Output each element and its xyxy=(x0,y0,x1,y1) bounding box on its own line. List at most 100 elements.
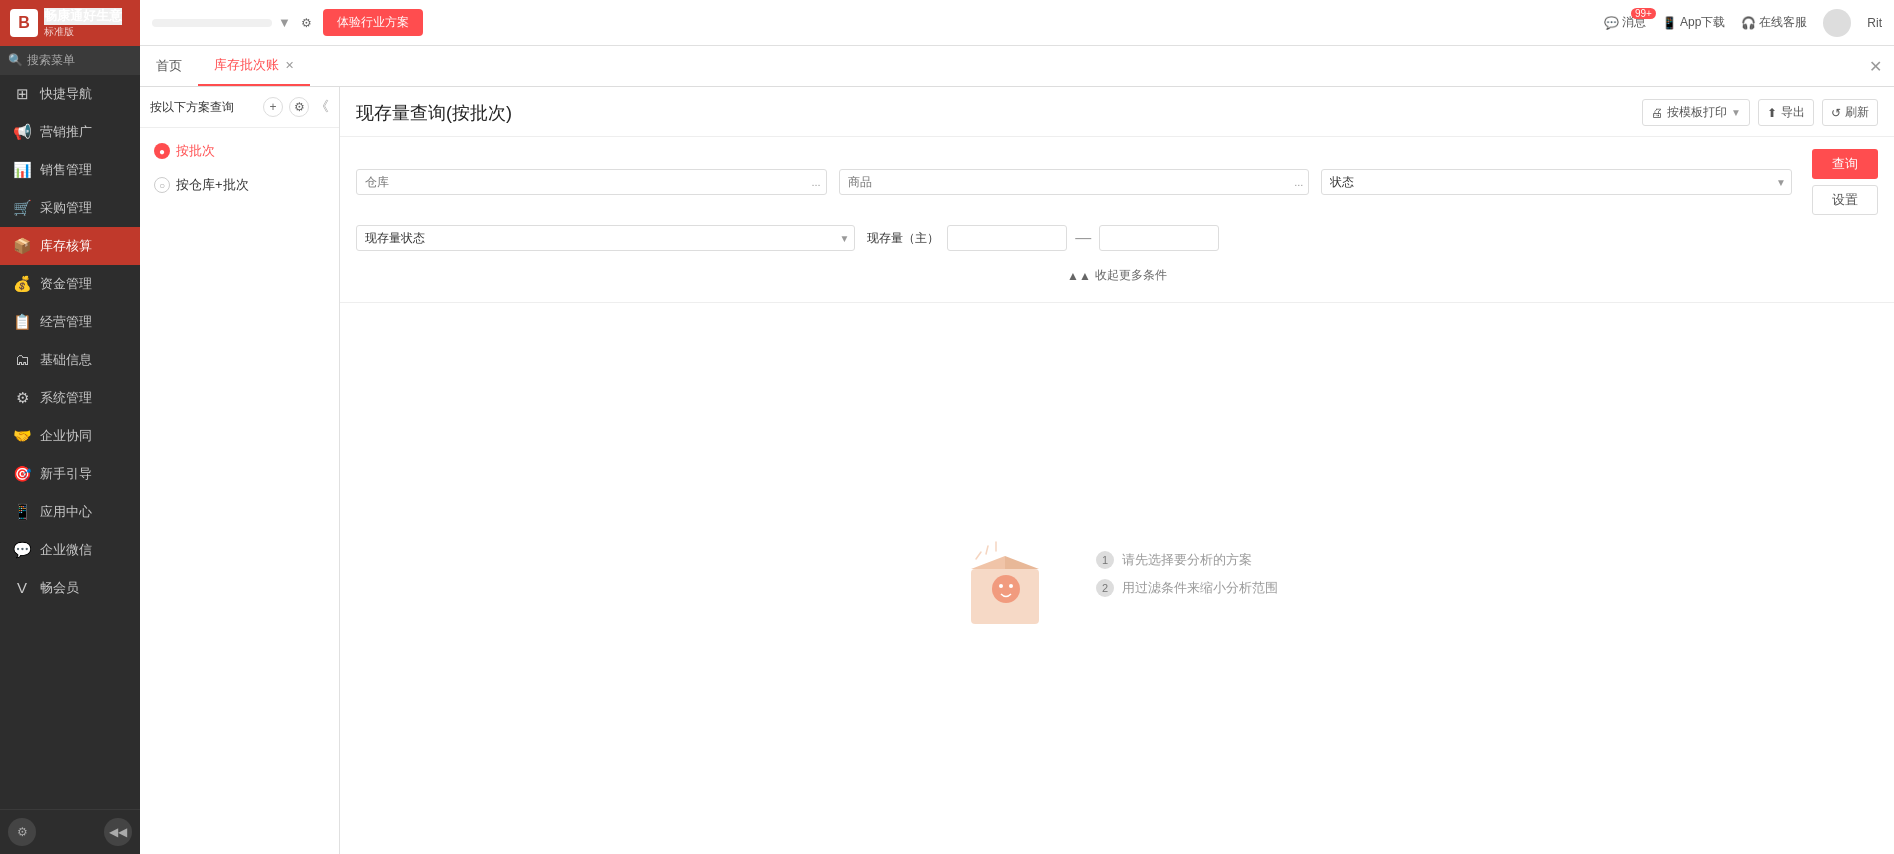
print-dropdown-icon[interactable]: ▼ xyxy=(1731,107,1741,118)
scheme-dot-active: ● xyxy=(154,143,170,159)
product-filter: ... xyxy=(839,169,1310,195)
tab-home[interactable]: 首页 xyxy=(140,47,198,85)
warehouse-input-wrap: ... xyxy=(356,169,827,195)
inventory-icon: 📦 xyxy=(12,237,32,255)
tab-close-btn[interactable]: ✕ xyxy=(285,59,294,72)
print-icon: 🖨 xyxy=(1651,106,1663,120)
product-input[interactable] xyxy=(839,169,1310,195)
app-download-btn[interactable]: 📱 App下载 xyxy=(1662,14,1725,31)
refresh-btn[interactable]: ↺ 刷新 xyxy=(1822,99,1878,126)
scheme-list: ● 按批次 ○ 按仓库+批次 xyxy=(140,128,339,208)
sidebar-item-label: 销售管理 xyxy=(40,161,92,179)
content-area: 按以下方案查询 + ⚙ 《 ● 按批次 ○ 按 xyxy=(140,87,1894,854)
sidebar-item-marketing[interactable]: 📢 营销推广 xyxy=(0,113,140,151)
status-filter: 状态 ▼ xyxy=(1321,169,1792,195)
product-dots[interactable]: ... xyxy=(1294,176,1303,188)
basic-icon: 🗂 xyxy=(12,351,32,368)
finance-icon: 💰 xyxy=(12,275,32,293)
sidebar-item-quick-nav[interactable]: ⊞ 快捷导航 xyxy=(0,75,140,113)
sidebar-item-label: 畅会员 xyxy=(40,579,79,597)
svg-point-4 xyxy=(999,584,1003,588)
print-btn[interactable]: 🖨 按模板打印 ▼ xyxy=(1642,99,1750,126)
warehouse-filter: ... xyxy=(356,169,827,195)
sidebar-footer: ⚙ ◀◀ xyxy=(0,809,140,854)
sidebar-item-operation[interactable]: 📋 经营管理 xyxy=(0,303,140,341)
inventory-amount-max[interactable] xyxy=(1099,225,1219,251)
right-panel: 现存量查询(按批次) 🖨 按模板打印 ▼ ⬆ 导出 ↺ 刷新 xyxy=(340,87,1894,854)
sidebar-item-enterprise[interactable]: 🤝 企业协同 xyxy=(0,417,140,455)
inventory-status-select[interactable]: 现存量状态 xyxy=(356,225,855,251)
tip-text-1: 请先选择要分析的方案 xyxy=(1122,551,1252,569)
refresh-icon: ↺ xyxy=(1831,106,1841,120)
product-input-wrap: ... xyxy=(839,169,1310,195)
sidebar-item-finance[interactable]: 💰 资金管理 xyxy=(0,265,140,303)
filter-row-2: 现存量状态 ▼ 现存量（主） — xyxy=(356,225,1878,251)
svg-point-5 xyxy=(1009,584,1013,588)
sidebar-menu: ⊞ 快捷导航 📢 营销推广 📊 销售管理 🛒 采购管理 📦 库存核算 💰 资金管… xyxy=(0,75,140,809)
collapse-up-icon: ▲▲ xyxy=(1067,269,1091,283)
export-btn[interactable]: ⬆ 导出 xyxy=(1758,99,1814,126)
sidebar-item-label: 应用中心 xyxy=(40,503,92,521)
sidebar-item-label: 经营管理 xyxy=(40,313,92,331)
sidebar-item-system[interactable]: ⚙ 系统管理 xyxy=(0,379,140,417)
warehouse-input[interactable] xyxy=(356,169,827,195)
sidebar-item-label: 库存核算 xyxy=(40,237,92,255)
tip-num-2: 2 xyxy=(1096,579,1114,597)
close-all-tabs-btn[interactable]: ✕ xyxy=(1857,57,1894,76)
inventory-amount-min[interactable] xyxy=(947,225,1067,251)
tabbar: 首页 库存批次账 ✕ ✕ xyxy=(140,46,1894,87)
add-scheme-btn[interactable]: + xyxy=(263,97,283,117)
scheme-item-by-warehouse-batch[interactable]: ○ 按仓库+批次 xyxy=(140,168,339,202)
left-panel-header: 按以下方案查询 + ⚙ 《 xyxy=(140,87,339,128)
sidebar-item-purchase[interactable]: 🛒 采购管理 xyxy=(0,189,140,227)
sidebar-item-label: 新手引导 xyxy=(40,465,92,483)
topbar-dropdown-icon[interactable]: ▼ xyxy=(278,15,291,30)
topbar-settings-btn[interactable]: ⚙ xyxy=(297,13,317,33)
filter-area: ... ... 状态 ▼ xyxy=(340,137,1894,303)
scheme-settings-btn[interactable]: ⚙ xyxy=(289,97,309,117)
warehouse-dots[interactable]: ... xyxy=(812,176,821,188)
settings-btn[interactable]: 设置 xyxy=(1812,185,1878,215)
left-panel: 按以下方案查询 + ⚙ 《 ● 按批次 ○ 按 xyxy=(140,87,340,854)
query-btn[interactable]: 查询 xyxy=(1812,149,1878,179)
empty-state: 1 请先选择要分析的方案 2 用过滤条件来缩小分析范围 xyxy=(956,524,1278,634)
headset-icon: 🎧 xyxy=(1741,16,1756,30)
collapse-more-btn[interactable]: ▲▲ 收起更多条件 xyxy=(356,261,1878,290)
collapse-left-panel-btn[interactable]: 《 xyxy=(315,98,329,116)
wechat-icon: 💬 xyxy=(12,541,32,559)
tab-inventory-batch[interactable]: 库存批次账 ✕ xyxy=(198,46,310,86)
search-icon: 🔍 xyxy=(8,53,23,67)
left-panel-title: 按以下方案查询 xyxy=(150,99,234,116)
svg-line-6 xyxy=(976,552,981,559)
user-name: Rit xyxy=(1867,16,1882,30)
topbar-search-box xyxy=(152,19,272,27)
messages-btn[interactable]: 💬 消息 99+ xyxy=(1604,14,1646,31)
status-select[interactable]: 状态 xyxy=(1321,169,1792,195)
page-header: 现存量查询(按批次) 🖨 按模板打印 ▼ ⬆ 导出 ↺ 刷新 xyxy=(340,87,1894,137)
sidebar-item-member[interactable]: V 畅会员 xyxy=(0,569,140,607)
sidebar-logo: B xyxy=(10,9,38,37)
settings-footer-btn[interactable]: ⚙ xyxy=(8,818,36,846)
experience-btn[interactable]: 体验行业方案 xyxy=(323,9,423,36)
scheme-item-by-batch[interactable]: ● 按批次 xyxy=(140,134,339,168)
system-icon: ⚙ xyxy=(12,389,32,407)
sidebar-item-inventory[interactable]: 📦 库存核算 xyxy=(0,227,140,265)
sidebar-item-apps[interactable]: 📱 应用中心 xyxy=(0,493,140,531)
sidebar-item-sales[interactable]: 📊 销售管理 xyxy=(0,151,140,189)
sidebar-item-wechat[interactable]: 💬 企业微信 xyxy=(0,531,140,569)
tab-inventory-batch-label: 库存批次账 xyxy=(214,56,279,74)
user-avatar[interactable] xyxy=(1823,9,1851,37)
sidebar-item-newbie[interactable]: 🎯 新手引导 xyxy=(0,455,140,493)
filter-action-buttons: 查询 设置 xyxy=(1812,149,1878,215)
sidebar-search[interactable]: 🔍 搜索菜单 xyxy=(0,46,140,75)
export-icon: ⬆ xyxy=(1767,106,1777,120)
tip-text-2: 用过滤条件来缩小分析范围 xyxy=(1122,579,1278,597)
operation-icon: 📋 xyxy=(12,313,32,331)
data-area: 1 请先选择要分析的方案 2 用过滤条件来缩小分析范围 xyxy=(340,303,1894,854)
scheme-label-by-batch: 按批次 xyxy=(176,142,215,160)
collapse-sidebar-btn[interactable]: ◀◀ xyxy=(104,818,132,846)
online-service-btn[interactable]: 🎧 在线客服 xyxy=(1741,14,1807,31)
member-icon: V xyxy=(12,579,32,596)
sidebar-item-basic[interactable]: 🗂 基础信息 xyxy=(0,341,140,379)
topbar-left: ▼ ⚙ 体验行业方案 xyxy=(152,9,1596,36)
